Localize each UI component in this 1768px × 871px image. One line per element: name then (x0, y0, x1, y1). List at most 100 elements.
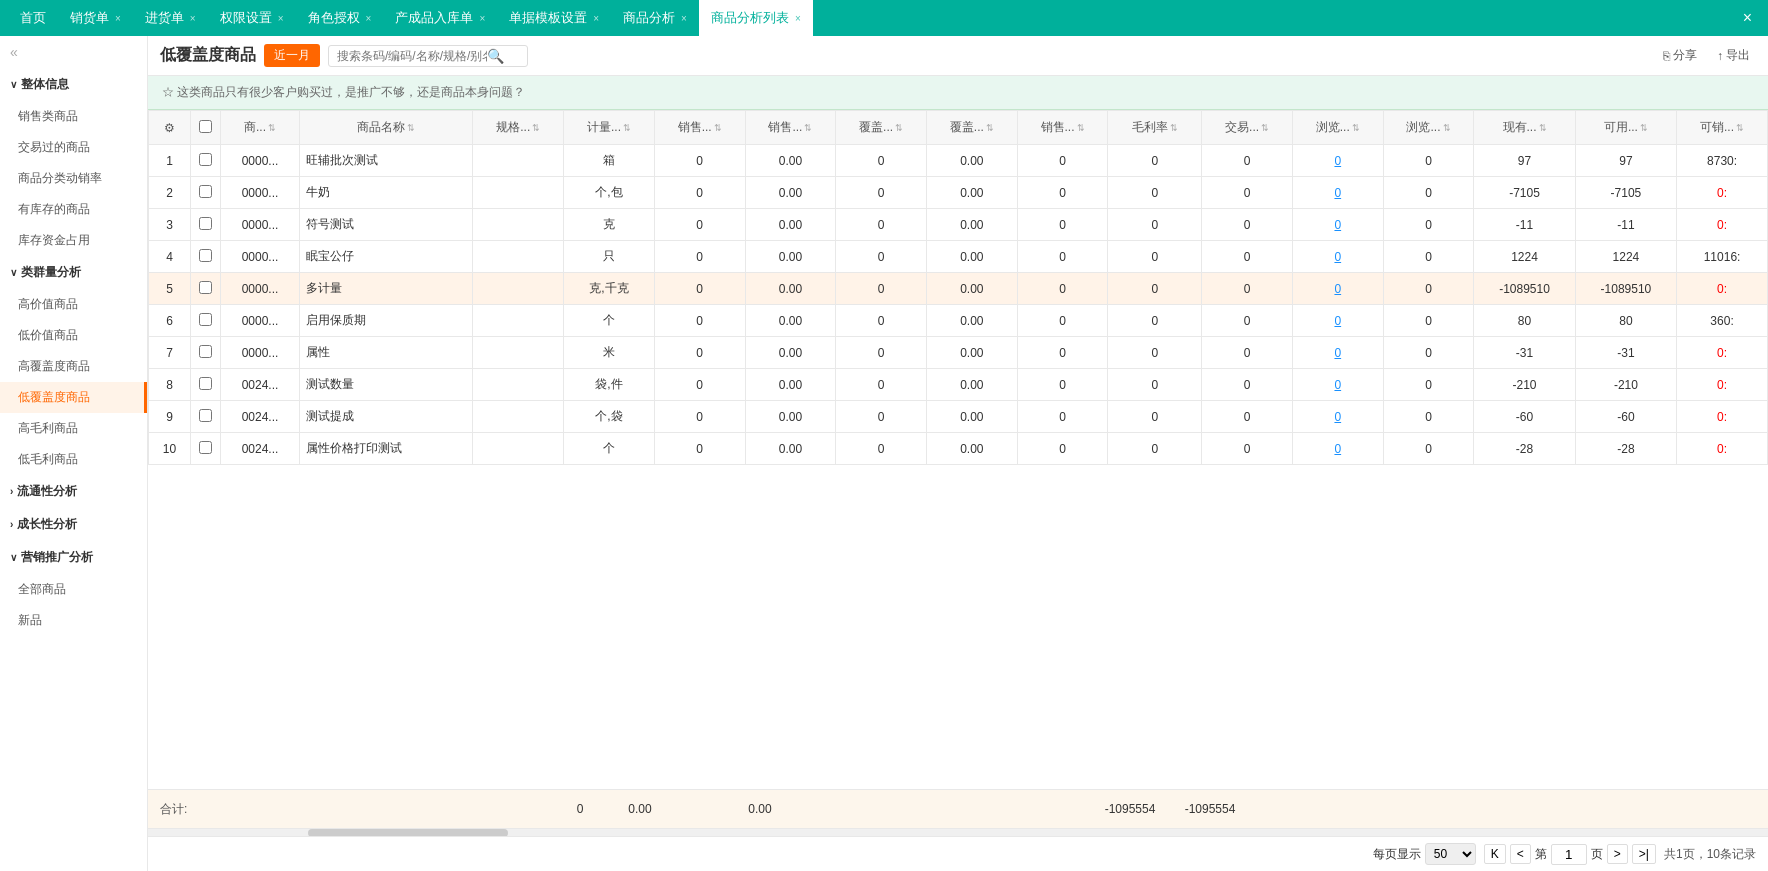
row-browse1[interactable]: 0 (1292, 401, 1383, 433)
sidebar-item-low-margin[interactable]: 低毛利商品 (0, 444, 147, 475)
nav-product-analysis[interactable]: 商品分析 × (611, 0, 699, 36)
row-checkbox[interactable] (190, 209, 220, 241)
row-checkbox[interactable] (190, 305, 220, 337)
search-input[interactable] (337, 49, 487, 63)
page-label-after: 页 (1591, 846, 1603, 863)
col-transaction[interactable]: 交易...⇅ (1202, 111, 1293, 145)
sidebar-section-overall[interactable]: ∨ 整体信息 (0, 68, 147, 101)
row-checkbox[interactable] (190, 145, 220, 177)
nav-close-icon[interactable]: × (115, 13, 121, 24)
sidebar-item-low-value[interactable]: 低价值商品 (0, 320, 147, 351)
table-wrapper[interactable]: ⚙ 商...⇅ 商品名称⇅ 规格...⇅ 计量...⇅ 销售...⇅ 销售...… (148, 110, 1768, 789)
scrollbar-track[interactable] (148, 828, 1768, 836)
nav-close-icon[interactable]: × (366, 13, 372, 24)
sidebar-item-new-goods[interactable]: 新品 (0, 605, 147, 636)
nav-home[interactable]: 首页 (8, 0, 58, 36)
col-browse2[interactable]: 浏览...⇅ (1383, 111, 1474, 145)
period-button[interactable]: 近一月 (264, 44, 320, 67)
row-spec (473, 241, 564, 273)
col-code[interactable]: 商...⇅ (220, 111, 299, 145)
row-num: 3 (149, 209, 191, 241)
nav-close-icon[interactable]: × (278, 13, 284, 24)
last-page-button[interactable]: >| (1632, 844, 1656, 864)
col-coverage1[interactable]: 覆盖...⇅ (836, 111, 927, 145)
row-browse1[interactable]: 0 (1292, 241, 1383, 273)
nav-close-icon[interactable]: × (190, 13, 196, 24)
col-sales-amount[interactable]: 销售...⇅ (745, 111, 836, 145)
sidebar-section-group-analysis[interactable]: ∨ 类群量分析 (0, 256, 147, 289)
row-browse1[interactable]: 0 (1292, 145, 1383, 177)
sidebar-item-all-goods[interactable]: 全部商品 (0, 574, 147, 605)
nav-permission-settings[interactable]: 权限设置 × (208, 0, 296, 36)
settings-col-header[interactable]: ⚙ (149, 111, 191, 145)
row-sales-amount: 0.00 (745, 369, 836, 401)
settings-icon[interactable]: ⚙ (164, 121, 175, 135)
col-name[interactable]: 商品名称⇅ (300, 111, 473, 145)
search-icon[interactable]: 🔍 (487, 48, 504, 64)
row-browse1[interactable]: 0 (1292, 305, 1383, 337)
col-unit[interactable]: 计量...⇅ (564, 111, 655, 145)
row-browse1[interactable]: 0 (1292, 337, 1383, 369)
nav-product-analysis-list[interactable]: 商品分析列表 × (699, 0, 813, 36)
sidebar-item-high-margin[interactable]: 高毛利商品 (0, 413, 147, 444)
sidebar-collapse-btn[interactable]: « (10, 44, 18, 60)
col-sales-qty[interactable]: 销售...⇅ (654, 111, 745, 145)
table-row: 4 0000... 眠宝公仔 只 0 0.00 0 0.00 0 0 0 0 0… (149, 241, 1768, 273)
row-coverage2: 0.00 (926, 145, 1017, 177)
select-all-checkbox[interactable] (199, 120, 212, 133)
row-browse1[interactable]: 0 (1292, 433, 1383, 465)
sidebar-item-high-value[interactable]: 高价值商品 (0, 289, 147, 320)
checkbox-col-header[interactable] (190, 111, 220, 145)
per-page-select[interactable]: 50 20 100 (1425, 843, 1476, 865)
row-checkbox[interactable] (190, 177, 220, 209)
nav-close-icon[interactable]: × (593, 13, 599, 24)
col-browse1[interactable]: 浏览...⇅ (1292, 111, 1383, 145)
sidebar-section-marketing[interactable]: ∨ 营销推广分析 (0, 541, 147, 574)
row-browse1[interactable]: 0 (1292, 369, 1383, 401)
nav-product-entry[interactable]: 产成品入库单 × (383, 0, 497, 36)
row-browse1[interactable]: 0 (1292, 209, 1383, 241)
sidebar-section-growth[interactable]: › 成长性分析 (0, 508, 147, 541)
nav-close-icon[interactable]: × (479, 13, 485, 24)
nav-close-active-icon[interactable]: × (795, 13, 801, 24)
sidebar-item-sales-goods[interactable]: 销售类商品 (0, 101, 147, 132)
next-page-button[interactable]: > (1607, 844, 1628, 864)
col-margin[interactable]: 毛利率⇅ (1108, 111, 1202, 145)
sidebar-item-category-turnover[interactable]: 商品分类动销率 (0, 163, 147, 194)
col-spec[interactable]: 规格...⇅ (473, 111, 564, 145)
prev-page-button[interactable]: < (1510, 844, 1531, 864)
sidebar-item-traded-goods[interactable]: 交易过的商品 (0, 132, 147, 163)
row-checkbox[interactable] (190, 241, 220, 273)
col-available-stock[interactable]: 可用...⇅ (1575, 111, 1676, 145)
current-page-input[interactable] (1551, 844, 1587, 865)
table-row: 8 0024... 测试数量 袋,件 0 0.00 0 0.00 0 0 0 0… (149, 369, 1768, 401)
sidebar-item-low-coverage[interactable]: 低覆盖度商品 (0, 382, 147, 413)
row-unit: 米 (564, 337, 655, 369)
export-button[interactable]: ↑ 导出 (1711, 44, 1756, 67)
nav-purchase-order[interactable]: 进货单 × (133, 0, 208, 36)
nav-close-icon[interactable]: × (681, 13, 687, 24)
row-checkbox[interactable] (190, 401, 220, 433)
window-close-button[interactable]: × (1735, 9, 1760, 27)
row-checkbox[interactable] (190, 273, 220, 305)
nav-sales-order[interactable]: 销货单 × (58, 0, 133, 36)
row-browse1[interactable]: 0 (1292, 273, 1383, 305)
col-sales3[interactable]: 销售...⇅ (1017, 111, 1108, 145)
row-transaction: 0 (1202, 209, 1293, 241)
col-current-stock[interactable]: 现有...⇅ (1474, 111, 1575, 145)
nav-voucher-template[interactable]: 单据模板设置 × (497, 0, 611, 36)
row-checkbox[interactable] (190, 337, 220, 369)
sidebar-item-high-coverage[interactable]: 高覆盖度商品 (0, 351, 147, 382)
col-coverage2[interactable]: 覆盖...⇅ (926, 111, 1017, 145)
row-browse1[interactable]: 0 (1292, 177, 1383, 209)
nav-role-auth[interactable]: 角色授权 × (296, 0, 384, 36)
share-button[interactable]: ⎘ 分享 (1657, 44, 1703, 67)
first-page-button[interactable]: K (1484, 844, 1506, 864)
sidebar-item-inventory-capital[interactable]: 库存资金占用 (0, 225, 147, 256)
row-checkbox[interactable] (190, 369, 220, 401)
col-sellable[interactable]: 可销...⇅ (1677, 111, 1768, 145)
row-checkbox[interactable] (190, 433, 220, 465)
table-row: 2 0000... 牛奶 个,包 0 0.00 0 0.00 0 0 0 0 0… (149, 177, 1768, 209)
sidebar-item-stocked-goods[interactable]: 有库存的商品 (0, 194, 147, 225)
sidebar-section-liquidity[interactable]: › 流通性分析 (0, 475, 147, 508)
